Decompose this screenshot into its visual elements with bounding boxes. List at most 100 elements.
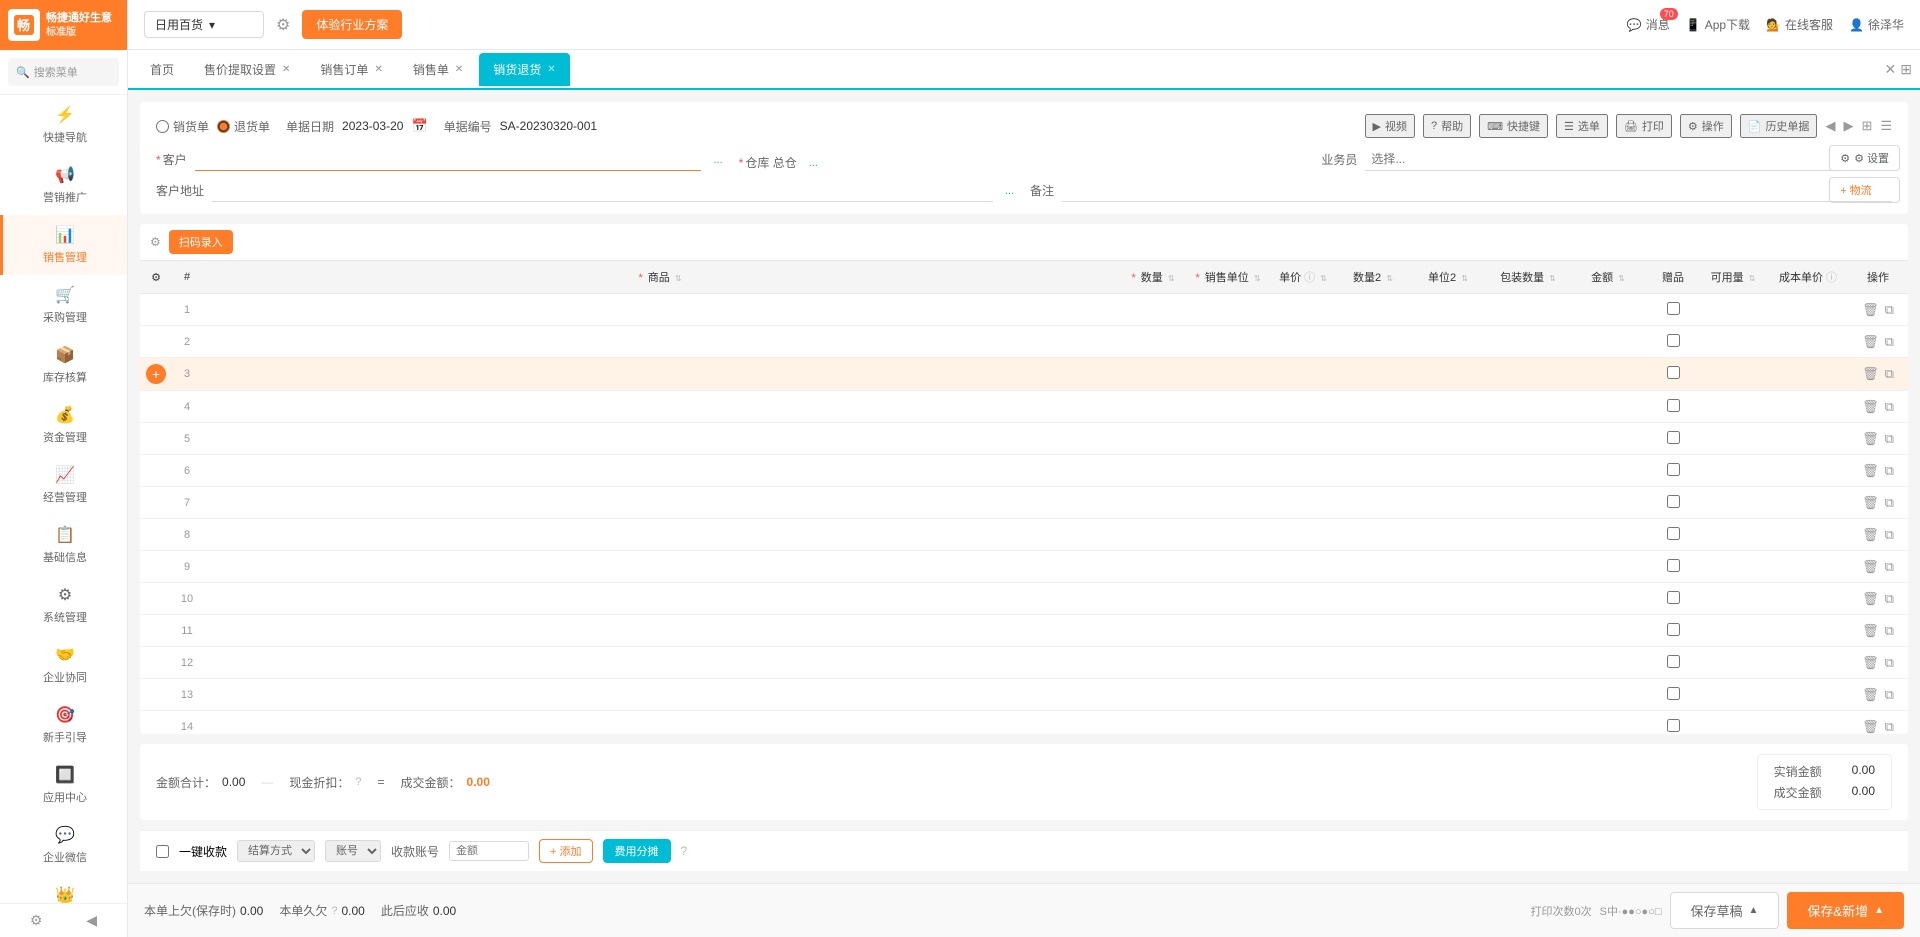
online-service-button[interactable]: 💁 在线客服: [1766, 16, 1833, 33]
pkg-cell[interactable]: [1488, 294, 1568, 326]
delete-row-button[interactable]: 🗑: [1862, 623, 1879, 639]
account-select[interactable]: 账号: [325, 840, 381, 862]
warehouse-select-button[interactable]: ...: [805, 157, 822, 169]
unit-cell[interactable]: [1188, 583, 1268, 615]
unit2-cell[interactable]: [1408, 519, 1488, 551]
product-cell[interactable]: [202, 551, 1118, 583]
unit2-cell[interactable]: [1408, 294, 1488, 326]
unit-cell[interactable]: [1188, 326, 1268, 358]
tab-price-settings[interactable]: 售价提取设置 ✕: [190, 53, 304, 86]
unit-cell[interactable]: [1188, 455, 1268, 487]
pkg-cell[interactable]: [1488, 455, 1568, 487]
amount-cell[interactable]: [1568, 358, 1648, 391]
gift-cell[interactable]: [1648, 487, 1698, 519]
amount-cell[interactable]: [1568, 487, 1648, 519]
available-cell[interactable]: [1698, 679, 1768, 711]
col-header-settings[interactable]: ⚙: [140, 261, 172, 294]
sidebar-item-marketing[interactable]: 📢 营销推广: [0, 155, 127, 215]
available-cell[interactable]: [1698, 647, 1768, 679]
experience-button[interactable]: 体验行业方案: [302, 10, 402, 39]
delete-row-button[interactable]: 🗑: [1862, 655, 1879, 671]
qty-cell[interactable]: [1118, 326, 1188, 358]
gift-cell[interactable]: [1648, 519, 1698, 551]
amount-cell[interactable]: [1568, 679, 1648, 711]
gift-checkbox[interactable]: [1667, 527, 1680, 540]
copy-row-button[interactable]: ⧉: [1885, 399, 1894, 415]
copy-row-button[interactable]: ⧉: [1885, 719, 1894, 735]
product-cell[interactable]: [202, 615, 1118, 647]
cost-cell[interactable]: [1768, 423, 1848, 455]
qty-cell[interactable]: [1118, 551, 1188, 583]
amount-cell[interactable]: [1568, 294, 1648, 326]
tab-sales[interactable]: 销售单 ✕: [399, 53, 477, 86]
unit2-cell[interactable]: [1408, 358, 1488, 391]
gift-cell[interactable]: [1648, 423, 1698, 455]
product-cell[interactable]: [202, 326, 1118, 358]
customer-select-button[interactable]: ...: [709, 154, 726, 166]
qty2-cell[interactable]: [1338, 487, 1408, 519]
qty-cell[interactable]: [1118, 487, 1188, 519]
unit-cell[interactable]: [1188, 487, 1268, 519]
scan-input-button[interactable]: 扫码录入: [169, 230, 233, 254]
sidebar-item-guide[interactable]: 🎯 新手引导: [0, 695, 127, 755]
amount-cell[interactable]: [1568, 711, 1648, 735]
gift-checkbox[interactable]: [1667, 495, 1680, 508]
price-cell[interactable]: [1268, 423, 1338, 455]
gift-checkbox[interactable]: [1667, 431, 1680, 444]
unit2-cell[interactable]: [1408, 391, 1488, 423]
nav-next-button[interactable]: ▶: [1843, 118, 1853, 134]
unit2-cell[interactable]: [1408, 455, 1488, 487]
unit2-cell[interactable]: [1408, 487, 1488, 519]
unit2-cell[interactable]: [1408, 615, 1488, 647]
sidebar-settings-button[interactable]: ⚙: [30, 912, 43, 929]
staff-input[interactable]: [1365, 148, 1866, 171]
gift-checkbox[interactable]: [1667, 623, 1680, 636]
unit2-cell[interactable]: [1408, 326, 1488, 358]
delete-row-button[interactable]: 🗑: [1862, 334, 1879, 350]
price-cell[interactable]: [1268, 647, 1338, 679]
sidebar-item-sales[interactable]: 📊 销售管理: [0, 215, 127, 275]
gift-checkbox[interactable]: [1667, 366, 1680, 379]
nav-category-select[interactable]: 日用百货 ▾: [144, 11, 264, 38]
price-cell[interactable]: [1268, 519, 1338, 551]
unit2-cell[interactable]: [1408, 679, 1488, 711]
qty2-cell[interactable]: [1338, 358, 1408, 391]
cost-cell[interactable]: [1768, 583, 1848, 615]
tab-sales-order[interactable]: 销售订单 ✕: [306, 53, 396, 86]
qty-cell[interactable]: [1118, 294, 1188, 326]
pkg-cell[interactable]: [1488, 551, 1568, 583]
qty2-cell[interactable]: [1338, 647, 1408, 679]
price-cell[interactable]: [1268, 326, 1338, 358]
available-cell[interactable]: [1698, 711, 1768, 735]
unit-cell[interactable]: [1188, 551, 1268, 583]
copy-row-button[interactable]: ⧉: [1885, 334, 1894, 350]
product-input[interactable]: [208, 367, 1112, 381]
tab-layout-button[interactable]: ⊞: [1900, 61, 1912, 78]
product-cell[interactable]: [202, 391, 1118, 423]
product-cell[interactable]: [202, 423, 1118, 455]
price-cell[interactable]: [1268, 679, 1338, 711]
qty-cell[interactable]: [1118, 615, 1188, 647]
print-button[interactable]: 🖨 打印: [1616, 114, 1672, 138]
row-add-cell[interactable]: +: [140, 358, 172, 391]
save-draft-button[interactable]: 保存草稿 ▲: [1670, 892, 1780, 929]
gift-checkbox[interactable]: [1667, 559, 1680, 572]
gift-checkbox[interactable]: [1667, 591, 1680, 604]
product-cell[interactable]: [202, 711, 1118, 735]
amount-cell[interactable]: [1568, 647, 1648, 679]
cost-cell[interactable]: [1768, 711, 1848, 735]
add-row-button[interactable]: +: [146, 364, 166, 384]
product-cell[interactable]: [202, 679, 1118, 711]
qty-cell[interactable]: [1118, 519, 1188, 551]
tab-home[interactable]: 首页: [136, 53, 188, 86]
sidebar-item-finance[interactable]: 💰 资金管理: [0, 395, 127, 455]
pkg-cell[interactable]: [1488, 487, 1568, 519]
pkg-cell[interactable]: [1488, 647, 1568, 679]
list-view-button[interactable]: ☰: [1880, 118, 1892, 134]
gift-cell[interactable]: [1648, 391, 1698, 423]
pkg-cell[interactable]: [1488, 583, 1568, 615]
price-cell[interactable]: [1268, 711, 1338, 735]
search-menu-button[interactable]: 🔍 搜索菜单: [8, 58, 119, 86]
qty-cell[interactable]: [1118, 423, 1188, 455]
unit2-cell[interactable]: [1408, 583, 1488, 615]
